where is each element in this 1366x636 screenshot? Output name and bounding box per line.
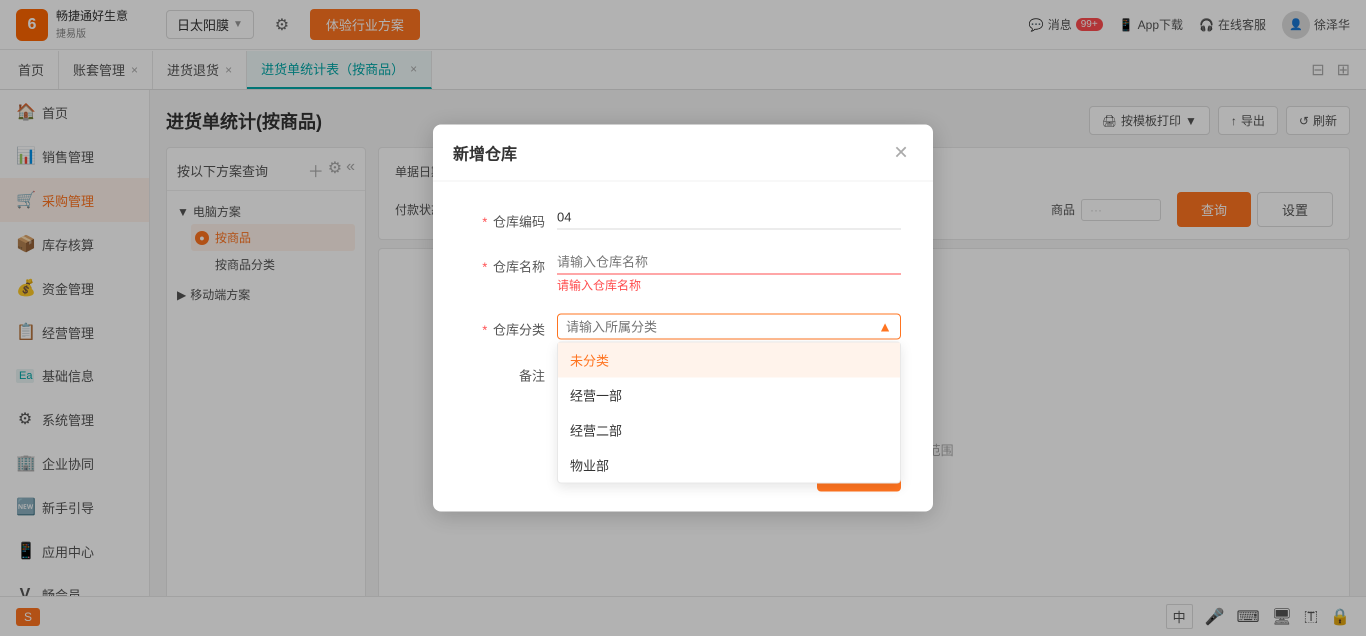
required-star-2: *	[482, 260, 487, 275]
new-warehouse-modal: 新增仓库 ✕ * 仓库编码 * 仓库名称 请输入仓库名称	[433, 125, 933, 512]
modal-body: * 仓库编码 * 仓库名称 请输入仓库名称 * 仓库分类	[433, 182, 933, 444]
name-field-wrap: 请输入仓库名称	[557, 251, 901, 294]
code-input[interactable]	[557, 206, 901, 230]
required-star-3: *	[482, 323, 487, 338]
category-arrow-icon[interactable]: ▲	[878, 319, 892, 335]
category-input[interactable]	[566, 319, 878, 334]
code-label: * 仓库编码	[465, 206, 545, 231]
dropdown-item-dept2[interactable]: 经营二部	[558, 413, 900, 448]
name-label: * 仓库名称	[465, 251, 545, 276]
category-label: * 仓库分类	[465, 314, 545, 339]
category-dropdown: 未分类 经营一部 经营二部 物业部	[557, 342, 901, 484]
modal-title: 新增仓库	[453, 141, 517, 165]
modal-close-button[interactable]: ✕	[889, 141, 913, 165]
dropdown-item-dept1[interactable]: 经营一部	[558, 378, 900, 413]
code-field-row: * 仓库编码	[465, 206, 901, 231]
category-field-wrap: ▲ 未分类 经营一部 经营二部 物业部	[557, 314, 901, 340]
name-input[interactable]	[557, 251, 901, 275]
required-star: *	[482, 215, 487, 230]
remark-label: 备注	[465, 360, 545, 385]
dropdown-item-dept3[interactable]: 物业部	[558, 448, 900, 483]
modal-header: 新增仓库 ✕	[433, 125, 933, 182]
category-field-row: * 仓库分类 ▲ 未分类 经营一部 经营二部 物业部	[465, 314, 901, 340]
dropdown-item-uncategorized[interactable]: 未分类	[558, 343, 900, 378]
category-input-row[interactable]: ▲	[557, 314, 901, 340]
name-error-msg: 请输入仓库名称	[557, 277, 901, 294]
code-field-wrap	[557, 206, 901, 230]
name-field-row: * 仓库名称 请输入仓库名称	[465, 251, 901, 294]
